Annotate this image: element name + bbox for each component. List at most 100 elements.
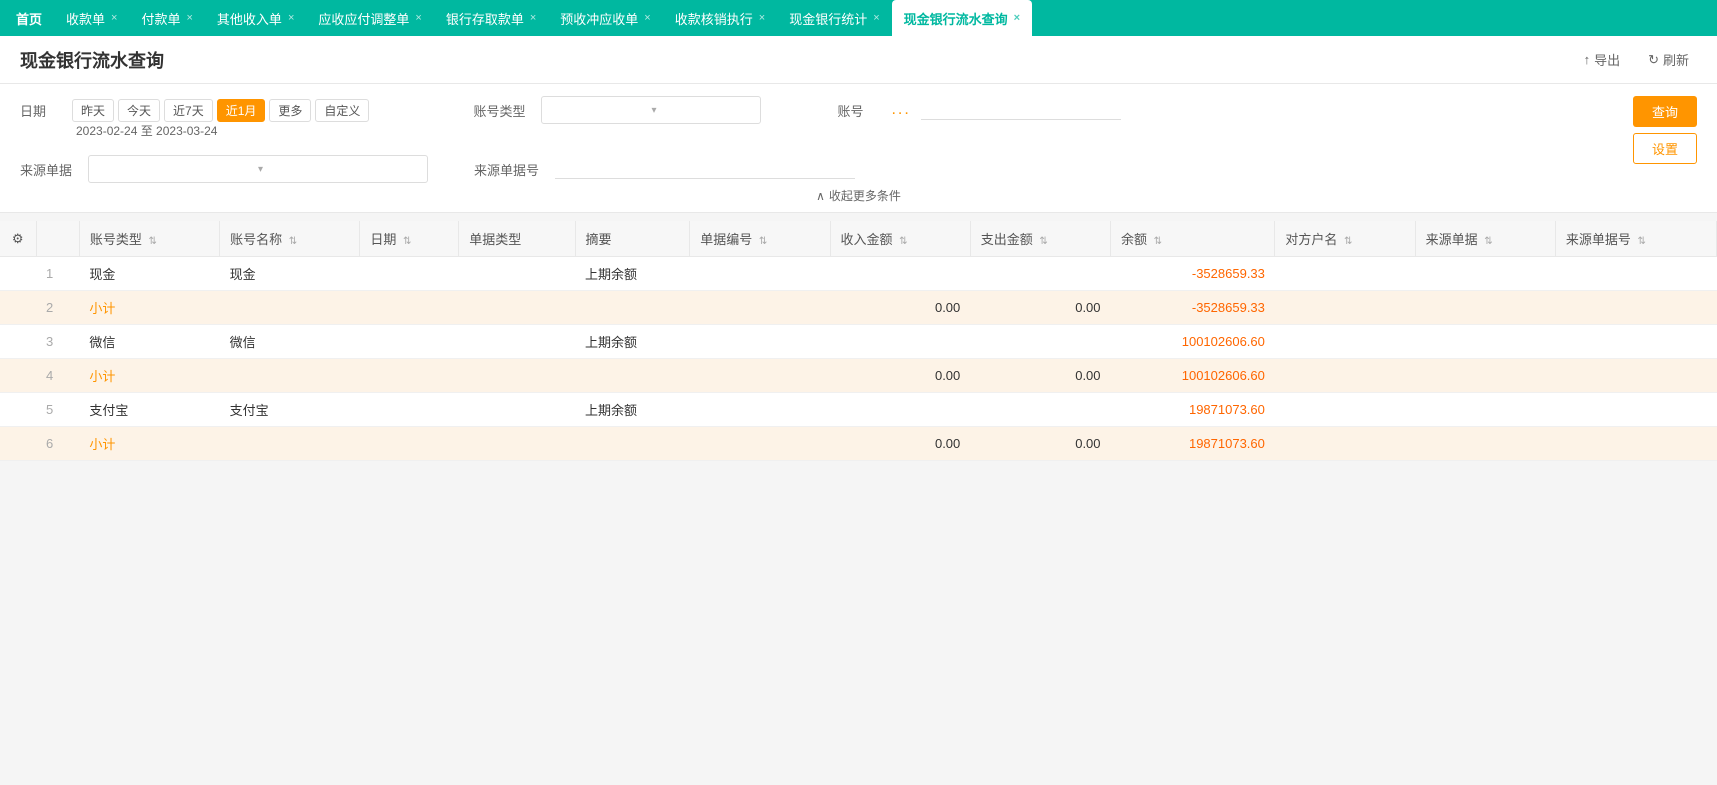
table-cell: [1275, 393, 1415, 427]
table-cell: [459, 291, 575, 325]
table-cell: 3: [36, 325, 79, 359]
table-cell: [220, 427, 360, 461]
col-date[interactable]: 日期 ⇅: [360, 221, 459, 257]
nav-tab-cash-stats[interactable]: 现金银行统计 ×: [777, 0, 891, 36]
refresh-button[interactable]: ↻ 刷新: [1640, 46, 1697, 73]
nav-home[interactable]: 首页: [4, 0, 54, 36]
sort-counterpart-icon: ⇅: [1344, 236, 1352, 247]
last1m-btn[interactable]: 近1月: [217, 99, 266, 122]
close-tab-7-icon[interactable]: ×: [873, 12, 879, 24]
yesterday-btn[interactable]: 昨天: [72, 99, 114, 122]
table-cell: [0, 325, 36, 359]
col-account-name[interactable]: 账号名称 ⇅: [220, 221, 360, 257]
custom-btn[interactable]: 自定义: [315, 99, 369, 122]
table-cell: [220, 291, 360, 325]
table-cell: [360, 257, 459, 291]
table-cell: [1555, 257, 1716, 291]
last7-btn[interactable]: 近7天: [164, 99, 213, 122]
today-btn[interactable]: 今天: [118, 99, 160, 122]
table-cell: 0.00: [970, 427, 1110, 461]
col-source-doc-no[interactable]: 来源单据号 ⇅: [1555, 221, 1716, 257]
export-button[interactable]: ↑ 导出: [1576, 46, 1629, 73]
table-cell: 支付宝: [220, 393, 360, 427]
table-cell: [970, 393, 1110, 427]
table-cell: 0.00: [970, 359, 1110, 393]
close-tab-6-icon[interactable]: ×: [759, 12, 765, 24]
close-tab-1-icon[interactable]: ×: [186, 12, 192, 24]
col-source-doc[interactable]: 来源单据 ⇅: [1415, 221, 1555, 257]
table-cell: [1415, 291, 1555, 325]
sort-date-icon: ⇅: [403, 236, 411, 247]
account-type-dropdown-icon: ▾: [651, 105, 752, 116]
filter-top-row: 日期 昨天 今天 近7天 近1月 更多 自定义 账号类型 ▾ 账号 ...: [20, 96, 1697, 183]
source-doc-dropdown-icon: ▾: [258, 164, 419, 175]
filter-left: 日期 昨天 今天 近7天 近1月 更多 自定义 账号类型 ▾ 账号 ...: [20, 96, 1613, 183]
col-balance[interactable]: 余额 ⇅: [1111, 221, 1275, 257]
table-cell: [459, 393, 575, 427]
table-row: 2小计0.000.00-3528659.33: [0, 291, 1717, 325]
account-input[interactable]: [921, 101, 1121, 120]
nav-tab-advance[interactable]: 预收冲应收单 ×: [548, 0, 662, 36]
table-cell: [1555, 291, 1716, 325]
settings-button[interactable]: 设置: [1633, 133, 1697, 164]
date-quick-buttons: 昨天 今天 近7天 近1月 更多 自定义: [72, 99, 369, 122]
nav-tab-fukuandan[interactable]: 付款单 ×: [129, 0, 204, 36]
table-cell: [1275, 291, 1415, 325]
source-doc-select[interactable]: ▾: [88, 155, 428, 183]
collapse-bar[interactable]: ∧ 收起更多条件: [20, 183, 1697, 212]
close-tab-4-icon[interactable]: ×: [530, 12, 536, 24]
close-tab-5-icon[interactable]: ×: [644, 12, 650, 24]
table-header: ⚙ 账号类型 ⇅ 账号名称 ⇅ 日期 ⇅ 单据类型 摘要: [0, 221, 1717, 257]
source-doc-no-label: 来源单据号: [474, 160, 539, 179]
col-settings[interactable]: ⚙: [0, 221, 36, 257]
account-type-select[interactable]: ▾: [541, 96, 761, 124]
col-expense[interactable]: 支出金额 ⇅: [970, 221, 1110, 257]
sort-source-doc-icon: ⇅: [1484, 236, 1492, 247]
table-cell: 微信: [220, 325, 360, 359]
table-cell: [830, 257, 970, 291]
nav-tab-other-income[interactable]: 其他收入单 ×: [205, 0, 306, 36]
close-tab-2-icon[interactable]: ×: [288, 12, 294, 24]
table-cell: [1415, 427, 1555, 461]
table-cell: [690, 359, 830, 393]
more-btn[interactable]: 更多: [269, 99, 311, 122]
col-doc-no[interactable]: 单据编号 ⇅: [690, 221, 830, 257]
table-cell: 19871073.60: [1111, 393, 1275, 427]
col-counterpart[interactable]: 对方户名 ⇅: [1275, 221, 1415, 257]
nav-tab-bank-deposit[interactable]: 银行存取款单 ×: [434, 0, 548, 36]
nav-tab-cash-flow[interactable]: 现金银行流水查询 ×: [892, 0, 1032, 36]
table-cell: -3528659.33: [1111, 291, 1275, 325]
query-button[interactable]: 查询: [1633, 96, 1697, 127]
source-doc-no-input[interactable]: [555, 160, 855, 179]
date-range-row: 2023-02-24 至 2023-03-24: [20, 128, 1613, 143]
account-dots-button[interactable]: ...: [889, 101, 912, 119]
export-icon: ↑: [1584, 52, 1591, 67]
table-cell: [360, 359, 459, 393]
page-header: 现金银行流水查询 ↑ 导出 ↻ 刷新: [0, 36, 1717, 84]
data-table: ⚙ 账号类型 ⇅ 账号名称 ⇅ 日期 ⇅ 单据类型 摘要: [0, 221, 1717, 461]
table-cell: [459, 359, 575, 393]
table-cell: 0.00: [970, 291, 1110, 325]
header-actions: ↑ 导出 ↻ 刷新: [1576, 46, 1697, 73]
col-income[interactable]: 收入金额 ⇅: [830, 221, 970, 257]
table-cell: [1415, 325, 1555, 359]
source-doc-label: 来源单据: [20, 160, 72, 179]
filter-area: 日期 昨天 今天 近7天 近1月 更多 自定义 账号类型 ▾ 账号 ...: [0, 84, 1717, 213]
table-cell: [1275, 427, 1415, 461]
table-cell: 现金: [79, 257, 219, 291]
table-cell: 100102606.60: [1111, 325, 1275, 359]
col-account-type[interactable]: 账号类型 ⇅: [79, 221, 219, 257]
table-cell: 小计: [79, 291, 219, 325]
table-cell: [1555, 427, 1716, 461]
nav-tab-shoukuandan[interactable]: 收款单 ×: [54, 0, 129, 36]
close-tab-0-icon[interactable]: ×: [111, 12, 117, 24]
account-label: 账号: [837, 101, 873, 120]
close-tab-8-icon[interactable]: ×: [1014, 12, 1020, 24]
close-tab-3-icon[interactable]: ×: [415, 12, 421, 24]
table-cell: [360, 427, 459, 461]
nav-tab-adjustment[interactable]: 应收应付调整单 ×: [306, 0, 433, 36]
page-title: 现金银行流水查询: [20, 47, 164, 73]
nav-tab-verification[interactable]: 收款核销执行 ×: [663, 0, 777, 36]
table-cell: 上期余额: [575, 325, 690, 359]
table-cell: [1415, 359, 1555, 393]
